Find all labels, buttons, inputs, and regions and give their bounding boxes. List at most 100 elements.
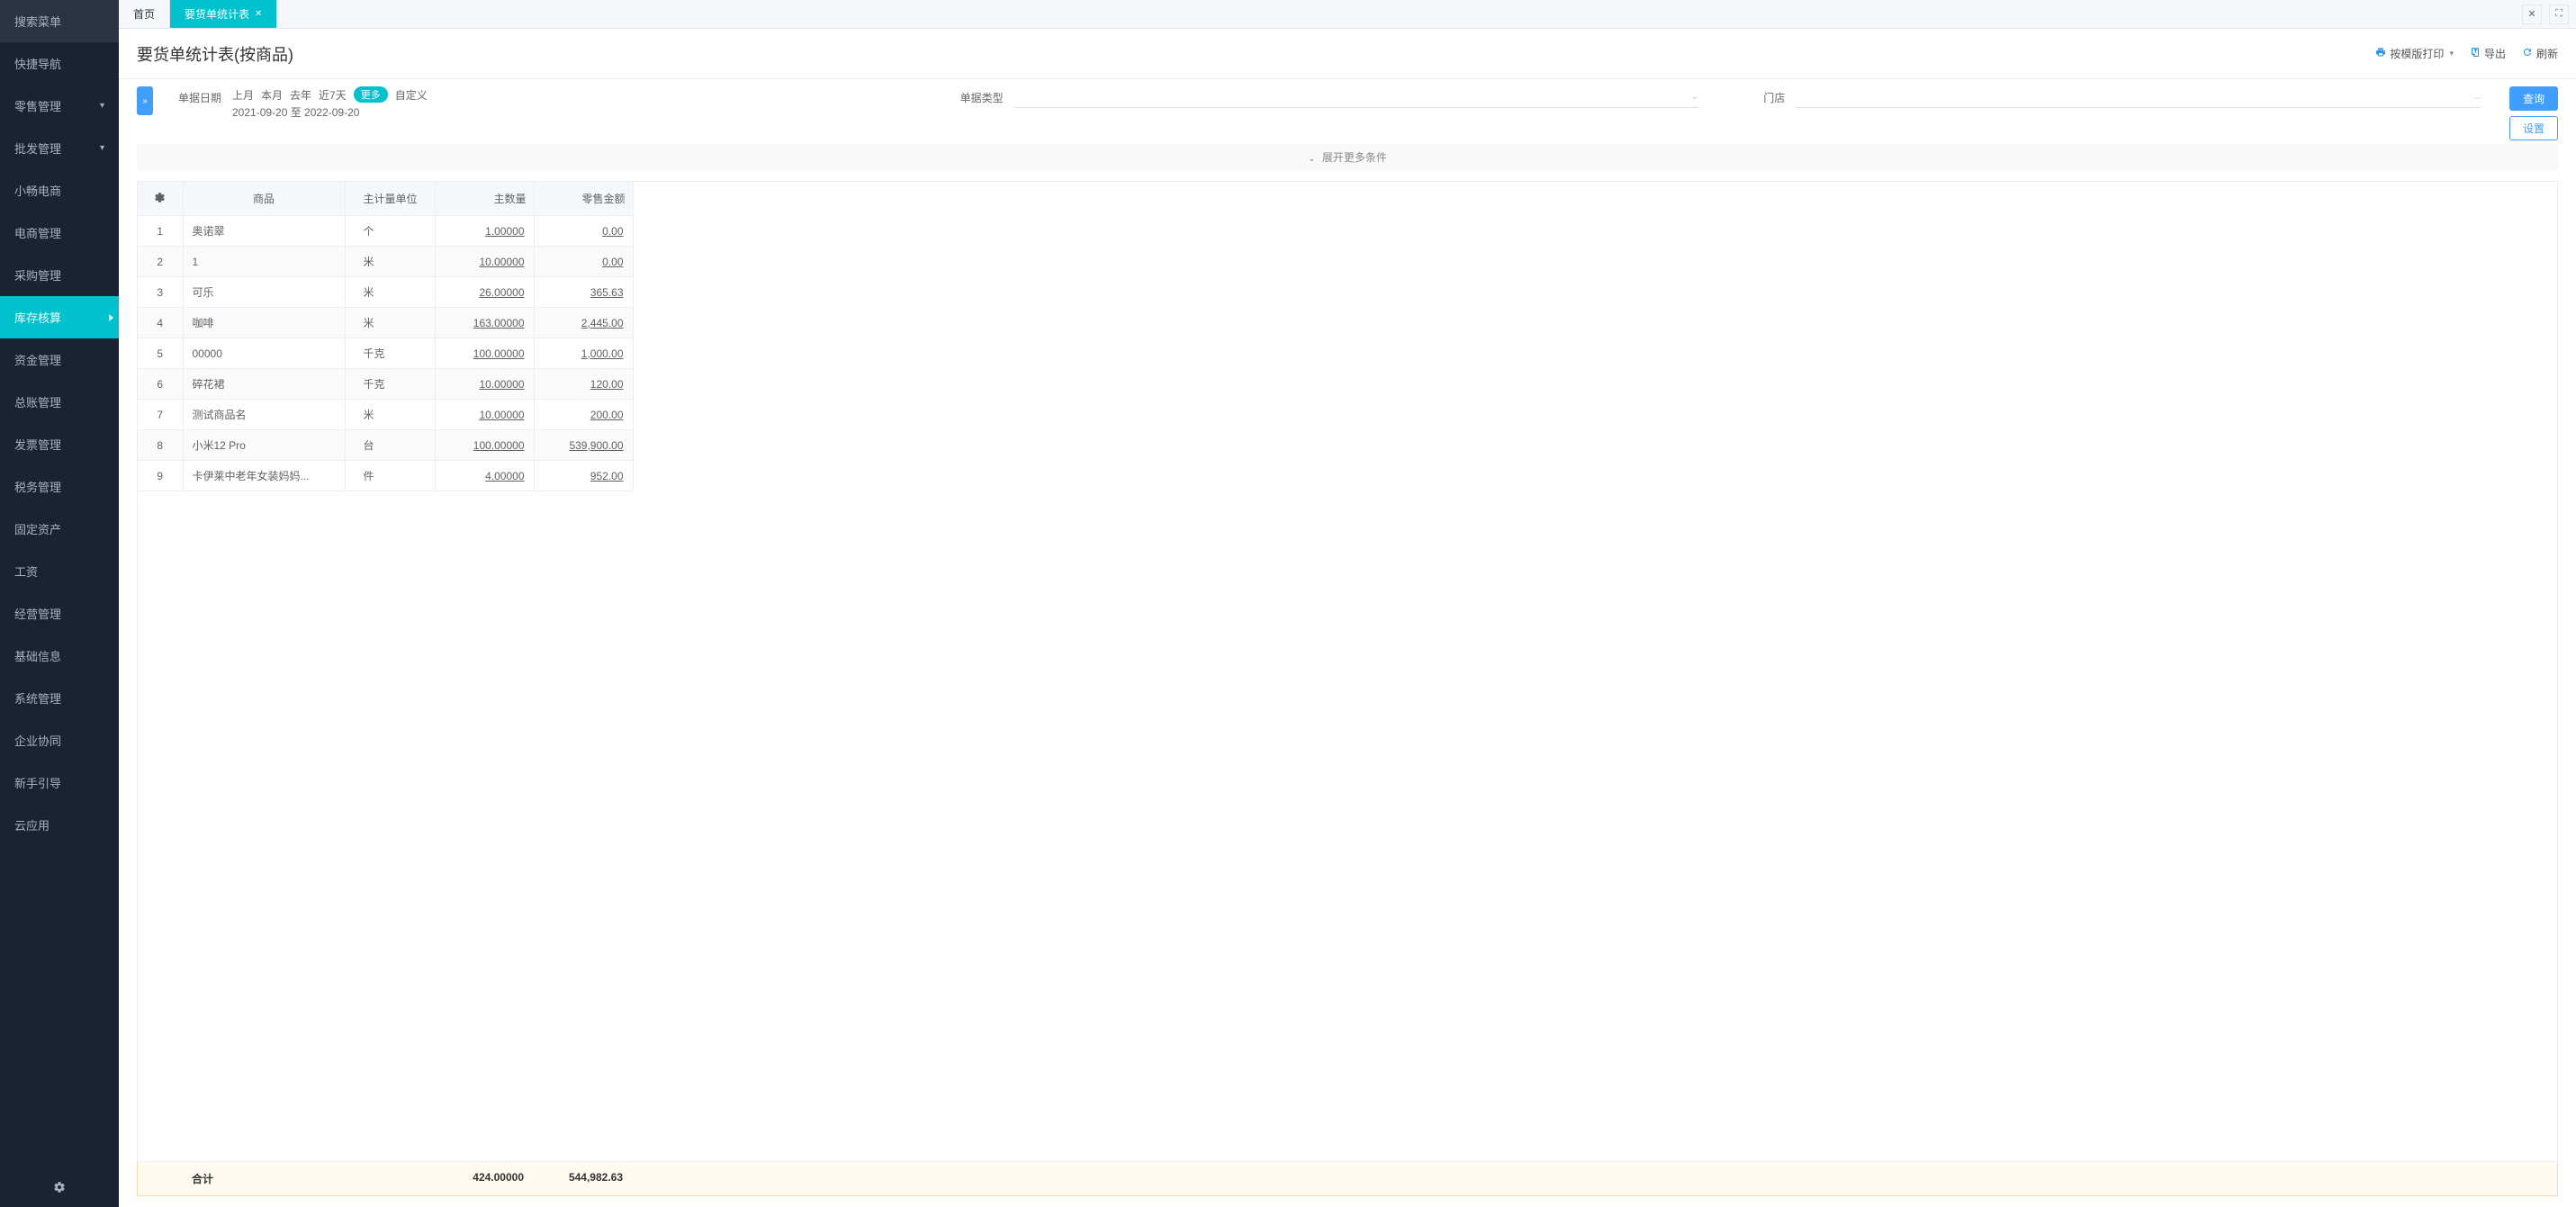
sidebar-item-label: 新手引导 xyxy=(14,774,61,791)
table-row: 1奥诺翠个1.000000.00 xyxy=(138,216,633,247)
cell-amount[interactable]: 952.00 xyxy=(534,461,633,491)
cell-product: 咖啡 xyxy=(183,308,345,338)
sidebar-item-19[interactable]: 云应用 xyxy=(0,804,119,846)
store-select[interactable]: ··· xyxy=(1796,86,2481,108)
sidebar-item-7[interactable]: 库存核算 xyxy=(0,296,119,338)
sidebar-item-label: 电商管理 xyxy=(14,224,61,241)
more-icon: ··· xyxy=(2472,91,2481,104)
query-button[interactable]: 查询 xyxy=(2509,86,2558,111)
date-shortcut-more[interactable]: 更多 xyxy=(354,86,388,103)
sidebar-item-label: 资金管理 xyxy=(14,351,61,368)
cell-qty[interactable]: 10.00000 xyxy=(435,247,534,277)
sidebar-item-8[interactable]: 资金管理 xyxy=(0,338,119,381)
cell-product: 00000 xyxy=(183,338,345,369)
chevron-down-icon: ▾ xyxy=(100,101,104,111)
cell-product: 1 xyxy=(183,247,345,277)
sidebar-item-13[interactable]: 工资 xyxy=(0,550,119,592)
cell-amount[interactable]: 120.00 xyxy=(534,369,633,400)
cell-unit: 千克 xyxy=(345,369,435,400)
filter-doc-type: 单据类型 ⌄ xyxy=(953,86,1699,120)
page-title: 要货单统计表(按商品) xyxy=(137,42,293,66)
sidebar-item-label: 零售管理 xyxy=(14,97,61,114)
sidebar-item-1[interactable]: 快捷导航 xyxy=(0,42,119,85)
cell-idx: 8 xyxy=(138,430,183,461)
sidebar-item-10[interactable]: 发票管理 xyxy=(0,423,119,465)
th-amount[interactable]: 零售金额 xyxy=(534,182,633,216)
cell-idx: 9 xyxy=(138,461,183,491)
close-all-button[interactable]: ✕ xyxy=(2522,5,2542,24)
cell-amount[interactable]: 200.00 xyxy=(534,400,633,430)
sidebar-item-12[interactable]: 固定资产 xyxy=(0,508,119,550)
refresh-button[interactable]: 刷新 xyxy=(2522,46,2558,61)
export-button[interactable]: 导出 xyxy=(2470,46,2506,61)
cell-qty[interactable]: 163.00000 xyxy=(435,308,534,338)
sidebar-item-0[interactable]: 搜索菜单 xyxy=(0,0,119,42)
cell-amount[interactable]: 0.00 xyxy=(534,216,633,247)
sidebar-item-label: 小畅电商 xyxy=(14,182,61,199)
th-qty[interactable]: 主数量 xyxy=(435,182,534,216)
sidebar-item-5[interactable]: 电商管理 xyxy=(0,212,119,254)
close-icon[interactable]: ✕ xyxy=(255,9,262,19)
sidebar-item-18[interactable]: 新手引导 xyxy=(0,761,119,804)
cell-qty[interactable]: 1.00000 xyxy=(435,216,534,247)
doc-type-select[interactable]: ⌄ xyxy=(1014,86,1699,108)
date-shortcut-0[interactable]: 上月 xyxy=(232,87,254,103)
cell-product: 测试商品名 xyxy=(183,400,345,430)
cell-unit: 米 xyxy=(345,277,435,308)
total-label: 合计 xyxy=(183,1162,345,1195)
cell-amount[interactable]: 1,000.00 xyxy=(534,338,633,369)
sidebar-item-label: 固定资产 xyxy=(14,520,61,537)
sidebar-item-14[interactable]: 经营管理 xyxy=(0,592,119,635)
cell-amount[interactable]: 0.00 xyxy=(534,247,633,277)
sidebar-item-2[interactable]: 零售管理 ▾ xyxy=(0,85,119,127)
sidebar-item-3[interactable]: 批发管理▾ xyxy=(0,127,119,169)
sidebar-item-label: 基础信息 xyxy=(14,647,61,664)
cell-qty[interactable]: 26.00000 xyxy=(435,277,534,308)
cell-unit: 个 xyxy=(345,216,435,247)
gear-icon xyxy=(53,1182,66,1196)
sidebar-item-17[interactable]: 企业协同 xyxy=(0,719,119,761)
cell-qty[interactable]: 100.00000 xyxy=(435,430,534,461)
sidebar-item-11[interactable]: 税务管理 xyxy=(0,465,119,508)
sidebar-item-label: 工资 xyxy=(14,563,38,580)
date-shortcut-2[interactable]: 去年 xyxy=(290,87,311,103)
cell-qty[interactable]: 10.00000 xyxy=(435,400,534,430)
filter-date-label: 单据日期 xyxy=(171,86,221,105)
th-product[interactable]: 商品 xyxy=(183,182,345,216)
table-settings-header[interactable] xyxy=(138,182,183,216)
cell-amount[interactable]: 2,445.00 xyxy=(534,308,633,338)
sidebar-item-label: 发票管理 xyxy=(14,436,61,453)
date-shortcut-1[interactable]: 本月 xyxy=(261,87,283,103)
settings-button[interactable]: 设置 xyxy=(2509,116,2558,140)
chevron-right-icon: » xyxy=(142,96,148,106)
filter-doc-type-label: 单据类型 xyxy=(953,86,1004,105)
cell-unit: 米 xyxy=(345,247,435,277)
sidebar-item-15[interactable]: 基础信息 xyxy=(0,635,119,677)
sidebar-item-4[interactable]: 小畅电商 xyxy=(0,169,119,212)
date-shortcut-custom[interactable]: 自定义 xyxy=(395,87,428,103)
total-amt: 544,982.63 xyxy=(534,1162,633,1195)
cell-amount[interactable]: 539,900.00 xyxy=(534,430,633,461)
table-row: 7测试商品名米10.00000200.00 xyxy=(138,400,633,430)
cell-idx: 1 xyxy=(138,216,183,247)
collapse-filter-button[interactable]: » xyxy=(137,86,153,115)
chevron-down-icon: ▾ xyxy=(2449,49,2454,59)
date-shortcut-3[interactable]: 近7天 xyxy=(319,87,347,103)
cell-qty[interactable]: 100.00000 xyxy=(435,338,534,369)
print-button[interactable]: 按模版打印 ▾ xyxy=(2375,46,2454,61)
tab-home[interactable]: 首页 xyxy=(119,0,170,28)
cell-amount[interactable]: 365.63 xyxy=(534,277,633,308)
tab-home-label: 首页 xyxy=(133,6,155,22)
sidebar-item-6[interactable]: 采购管理 xyxy=(0,254,119,296)
sidebar-item-16[interactable]: 系统管理 xyxy=(0,677,119,719)
sidebar-settings[interactable] xyxy=(0,1170,119,1207)
th-unit[interactable]: 主计量单位 xyxy=(345,182,435,216)
cell-qty[interactable]: 10.00000 xyxy=(435,369,534,400)
tab-current[interactable]: 要货单统计表 ✕ xyxy=(170,0,277,28)
fullscreen-button[interactable]: ⛶ xyxy=(2549,5,2569,24)
cell-qty[interactable]: 4.00000 xyxy=(435,461,534,491)
cell-idx: 3 xyxy=(138,277,183,308)
tabbar: 首页 要货单统计表 ✕ ✕ ⛶ xyxy=(119,0,2576,29)
sidebar-item-9[interactable]: 总账管理 xyxy=(0,381,119,423)
expand-more-button[interactable]: ⌄ 展开更多条件 xyxy=(137,144,2558,170)
